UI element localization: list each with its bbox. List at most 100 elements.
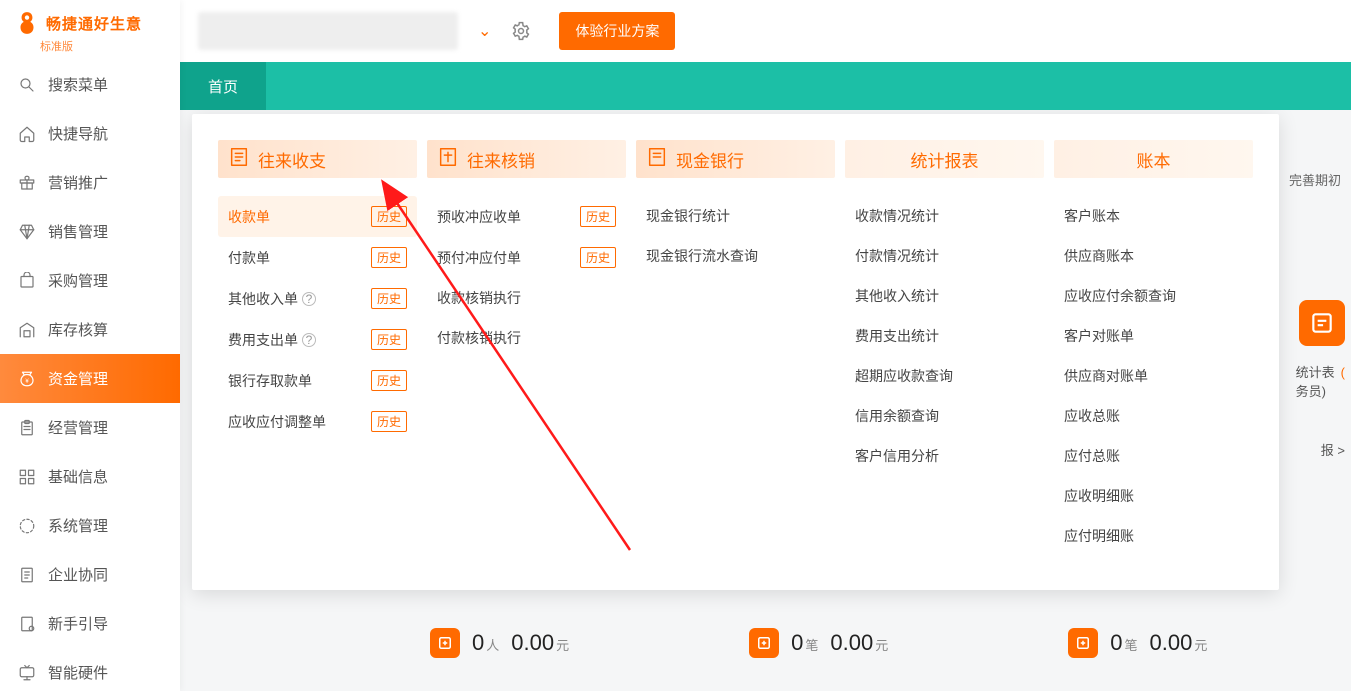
sidebar-item-0[interactable]: 搜索菜单 bbox=[0, 60, 180, 109]
mega-column-header: 往来收支 bbox=[218, 140, 417, 178]
stat-group-1: 0笔0.00元 bbox=[749, 628, 888, 658]
document-icon bbox=[18, 566, 36, 584]
mega-menu-item[interactable]: 应收总账 bbox=[1054, 396, 1253, 436]
mega-item-label: 其他收入单? bbox=[228, 289, 316, 309]
history-tag[interactable]: 历史 bbox=[371, 411, 407, 432]
mega-item-label: 费用支出统计 bbox=[855, 326, 939, 346]
sidebar: 畅捷通好生意 标准版 搜索菜单快捷导航营销推广销售管理采购管理库存核算¥资金管理… bbox=[0, 0, 180, 691]
mega-item-label: 应收应付调整单 bbox=[228, 412, 326, 432]
mega-menu-item[interactable]: 付款情况统计 bbox=[845, 236, 1044, 276]
sidebar-item-label: 搜索菜单 bbox=[48, 74, 108, 95]
stat-icon bbox=[1068, 628, 1098, 658]
topbar: ⌄ 体验行业方案 bbox=[180, 0, 1351, 62]
invoice-icon bbox=[437, 146, 459, 173]
mega-menu-item[interactable]: 费用支出统计 bbox=[845, 316, 1044, 356]
guide-icon bbox=[18, 615, 36, 633]
mega-menu-item[interactable]: 信用余额查询 bbox=[845, 396, 1044, 436]
mega-menu-item[interactable]: 客户对账单 bbox=[1054, 316, 1253, 356]
mega-menu-item[interactable]: 现金银行流水查询 bbox=[636, 236, 835, 276]
org-selector[interactable] bbox=[198, 12, 458, 50]
history-tag[interactable]: 历史 bbox=[371, 370, 407, 391]
hint-text: 统计表( 务员) bbox=[1296, 362, 1345, 400]
sidebar-item-11[interactable]: 新手引导 bbox=[0, 599, 180, 648]
mega-column-1: 往来核销预收冲应收单历史预付冲应付单历史收款核销执行付款核销执行 bbox=[427, 140, 626, 556]
mega-menu-item[interactable]: 预收冲应收单 历史 bbox=[427, 196, 626, 237]
mega-menu-item[interactable]: 其他收入单? 历史 bbox=[218, 278, 417, 319]
stat-icon bbox=[749, 628, 779, 658]
mega-item-label: 客户信用分析 bbox=[855, 446, 939, 466]
mega-menu-item[interactable]: 付款核销执行 bbox=[427, 318, 626, 358]
mega-menu-item[interactable]: 银行存取款单 历史 bbox=[218, 360, 417, 401]
sidebar-item-label: 采购管理 bbox=[48, 270, 108, 291]
history-tag[interactable]: 历史 bbox=[371, 329, 407, 350]
mega-menu-item[interactable]: 供应商对账单 bbox=[1054, 356, 1253, 396]
sidebar-item-7[interactable]: 经营管理 bbox=[0, 403, 180, 452]
sidebar-item-3[interactable]: 销售管理 bbox=[0, 207, 180, 256]
sidebar-item-5[interactable]: 库存核算 bbox=[0, 305, 180, 354]
mega-item-label: 信用余额查询 bbox=[855, 406, 939, 426]
mega-menu-item[interactable]: 应收应付余额查询 bbox=[1054, 276, 1253, 316]
help-icon[interactable]: ? bbox=[302, 333, 316, 347]
mega-item-label: 应收应付余额查询 bbox=[1064, 286, 1176, 306]
home-icon bbox=[18, 125, 36, 143]
sidebar-item-10[interactable]: 企业协同 bbox=[0, 550, 180, 599]
mega-menu-item[interactable]: 客户信用分析 bbox=[845, 436, 1044, 476]
mega-menu-item[interactable]: 收款核销执行 bbox=[427, 278, 626, 318]
mega-item-label: 收款单 bbox=[228, 207, 270, 227]
mega-menu-item[interactable]: 收款单 历史 bbox=[218, 196, 417, 237]
mega-item-label: 现金银行流水查询 bbox=[646, 246, 758, 266]
history-tag[interactable]: 历史 bbox=[371, 247, 407, 268]
history-tag[interactable]: 历史 bbox=[371, 288, 407, 309]
mega-menu: 往来收支收款单历史付款单历史其他收入单?历史费用支出单?历史银行存取款单历史应收… bbox=[192, 114, 1279, 590]
sidebar-item-9[interactable]: 系统管理 bbox=[0, 501, 180, 550]
gear-icon[interactable] bbox=[511, 21, 531, 41]
history-tag[interactable]: 历史 bbox=[580, 247, 616, 268]
stat-group-0: 0人0.00元 bbox=[430, 628, 569, 658]
mega-menu-item[interactable]: 收款情况统计 bbox=[845, 196, 1044, 236]
mega-column-header: 账本 bbox=[1054, 140, 1253, 178]
sidebar-item-2[interactable]: 营销推广 bbox=[0, 158, 180, 207]
mega-menu-item[interactable]: 超期应收款查询 bbox=[845, 356, 1044, 396]
mega-menu-item[interactable]: 客户账本 bbox=[1054, 196, 1253, 236]
tab-home[interactable]: 首页 bbox=[180, 62, 266, 110]
mega-menu-item[interactable]: 应付明细账 bbox=[1054, 516, 1253, 556]
help-icon[interactable]: ? bbox=[302, 292, 316, 306]
mega-item-label: 收款核销执行 bbox=[437, 288, 521, 308]
sidebar-item-4[interactable]: 采购管理 bbox=[0, 256, 180, 305]
sidebar-item-8[interactable]: 基础信息 bbox=[0, 452, 180, 501]
grid-icon bbox=[18, 468, 36, 486]
mega-column-header: 统计报表 bbox=[845, 140, 1044, 178]
sidebar-item-6[interactable]: ¥资金管理 bbox=[0, 354, 180, 403]
mega-menu-item[interactable]: 供应商账本 bbox=[1054, 236, 1253, 276]
trial-button[interactable]: 体验行业方案 bbox=[559, 12, 675, 50]
mega-menu-item[interactable]: 应收明细账 bbox=[1054, 476, 1253, 516]
mega-item-label: 预收冲应收单 bbox=[437, 207, 521, 227]
history-tag[interactable]: 历史 bbox=[580, 206, 616, 227]
search-icon bbox=[18, 76, 36, 94]
mega-menu-item[interactable]: 现金银行统计 bbox=[636, 196, 835, 236]
mega-menu-item[interactable]: 付款单历史 bbox=[218, 237, 417, 278]
mega-menu-item[interactable]: 应付总账 bbox=[1054, 436, 1253, 476]
sidebar-item-12[interactable]: 智能硬件 bbox=[0, 648, 180, 691]
mega-menu-item[interactable]: 费用支出单?历史 bbox=[218, 319, 417, 360]
warehouse-icon bbox=[18, 321, 36, 339]
clipboard-icon bbox=[18, 419, 36, 437]
mega-menu-item[interactable]: 其他收入统计 bbox=[845, 276, 1044, 316]
stat-icon bbox=[430, 628, 460, 658]
tab-label: 首页 bbox=[208, 76, 238, 97]
mega-item-label: 超期应收款查询 bbox=[855, 366, 953, 386]
sidebar-item-1[interactable]: 快捷导航 bbox=[0, 109, 180, 158]
chevron-down-icon[interactable]: ⌄ bbox=[478, 21, 491, 41]
mega-menu-item[interactable]: 预付冲应付单 历史 bbox=[427, 237, 626, 278]
quick-action-icon[interactable] bbox=[1299, 300, 1345, 346]
sidebar-item-label: 库存核算 bbox=[48, 319, 108, 340]
history-tag[interactable]: 历史 bbox=[371, 206, 407, 227]
mega-item-label: 银行存取款单 bbox=[228, 371, 312, 391]
logo-icon bbox=[14, 10, 40, 36]
sidebar-item-label: 基础信息 bbox=[48, 466, 108, 487]
mega-menu-item[interactable]: 应收应付调整单 历史 bbox=[218, 401, 417, 442]
mega-item-label: 客户对账单 bbox=[1064, 326, 1134, 346]
mega-item-label: 预付冲应付单 bbox=[437, 248, 521, 268]
tab-strip: 首页 bbox=[180, 62, 1351, 110]
brand-edition: 标准版 bbox=[40, 38, 180, 54]
